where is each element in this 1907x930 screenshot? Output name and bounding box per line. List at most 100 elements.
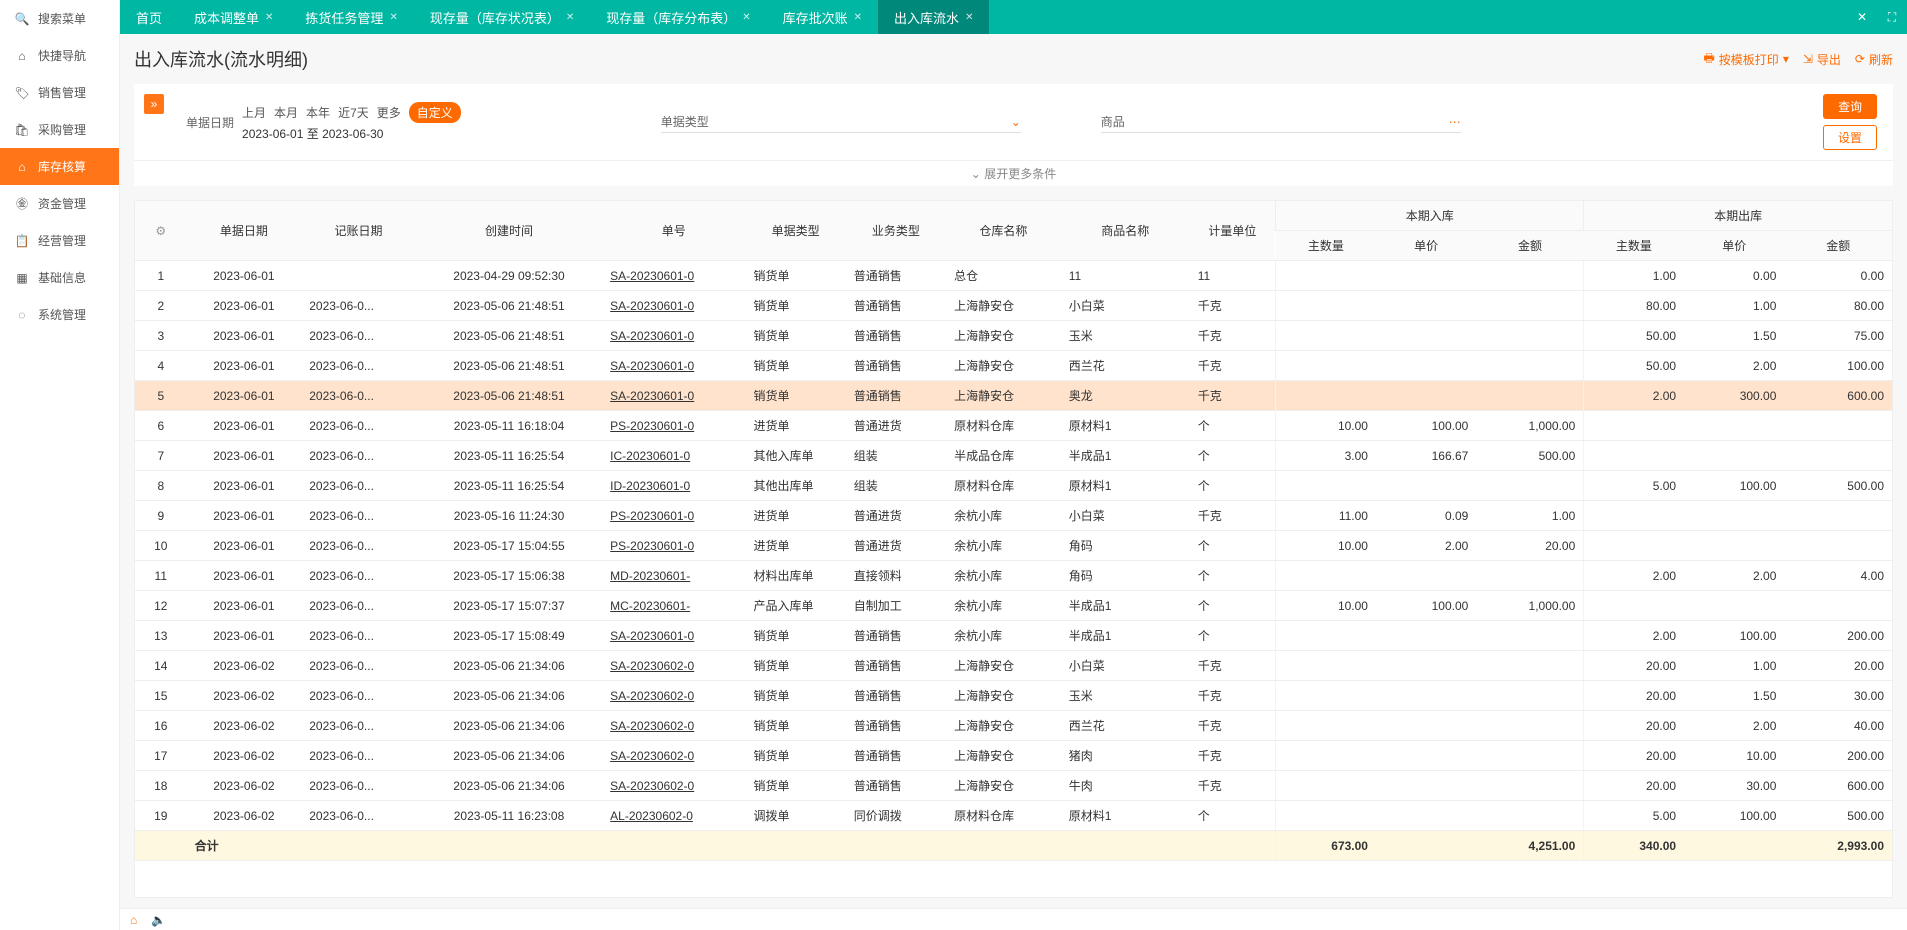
cell-out-price: [1684, 411, 1784, 441]
table-row[interactable]: 52023-06-012023-06-0...2023-05-06 21:48:…: [135, 381, 1892, 411]
date-opt[interactable]: 本年: [306, 104, 330, 121]
cell-docno[interactable]: SA-20230602-0: [602, 711, 745, 741]
expand-filters[interactable]: ⌄ 展开更多条件: [134, 160, 1893, 186]
cell-out-price: [1684, 441, 1784, 471]
cell-book: 2023-06-0...: [301, 411, 416, 441]
cell-docno[interactable]: SA-20230601-0: [602, 351, 745, 381]
cell-out-amt: 4.00: [1784, 561, 1892, 591]
close-icon[interactable]: ✕: [854, 12, 862, 23]
tab-0[interactable]: 首页: [120, 0, 178, 34]
tab-6[interactable]: 出入库流水✕: [878, 0, 989, 34]
cell-out-amt: 80.00: [1784, 291, 1892, 321]
close-icon[interactable]: ✕: [566, 12, 574, 23]
footer-home-icon[interactable]: ⌂: [130, 913, 137, 927]
refresh-button[interactable]: ⟳ 刷新: [1855, 51, 1893, 68]
cell-uom: 千克: [1190, 351, 1276, 381]
table-row[interactable]: 172023-06-022023-06-0...2023-05-06 21:34…: [135, 741, 1892, 771]
row-index: 6: [135, 411, 187, 441]
table-row[interactable]: 122023-06-012023-06-0...2023-05-17 15:07…: [135, 591, 1892, 621]
sidebar-label: 系统管理: [38, 306, 86, 323]
cell-docno[interactable]: PS-20230601-0: [602, 501, 745, 531]
table-row[interactable]: 82023-06-012023-06-0...2023-05-11 16:25:…: [135, 471, 1892, 501]
print-button[interactable]: 🖶 按模板打印 ▾: [1703, 49, 1788, 70]
cell-docno[interactable]: SA-20230602-0: [602, 681, 745, 711]
export-button[interactable]: ⇲ 导出: [1803, 51, 1841, 68]
table-row[interactable]: 72023-06-012023-06-0...2023-05-11 16:25:…: [135, 441, 1892, 471]
close-icon[interactable]: ✕: [389, 12, 397, 23]
gear-icon[interactable]: ⚙: [155, 224, 166, 238]
sidebar-item-0[interactable]: 🔍搜索菜单: [0, 0, 119, 37]
sidebar-item-5[interactable]: ㊎资金管理: [0, 185, 119, 222]
fullscreen-icon[interactable]: ⛶: [1877, 0, 1907, 34]
tab-2[interactable]: 拣货任务管理✕: [289, 0, 413, 34]
cell-docno[interactable]: MD-20230601-: [602, 561, 745, 591]
cell-out-price: 2.00: [1684, 711, 1784, 741]
close-icon[interactable]: ✕: [742, 12, 750, 23]
cell-docno[interactable]: SA-20230602-0: [602, 741, 745, 771]
cell-out-qty: [1584, 591, 1684, 621]
table-row[interactable]: 182023-06-022023-06-0...2023-05-06 21:34…: [135, 771, 1892, 801]
sidebar-item-7[interactable]: ▦基础信息: [0, 259, 119, 296]
close-all-tabs[interactable]: ✕: [1847, 0, 1877, 34]
table-row[interactable]: 142023-06-022023-06-0...2023-05-06 21:34…: [135, 651, 1892, 681]
table-row[interactable]: 42023-06-012023-06-0...2023-05-06 21:48:…: [135, 351, 1892, 381]
table-row[interactable]: 62023-06-012023-06-0...2023-05-11 16:18:…: [135, 411, 1892, 441]
product-select[interactable]: 商品 ⋯: [1101, 111, 1461, 133]
table-row[interactable]: 162023-06-022023-06-0...2023-05-06 21:34…: [135, 711, 1892, 741]
tab-1[interactable]: 成本调整单✕: [178, 0, 289, 34]
table-row[interactable]: 192023-06-022023-06-0...2023-05-11 16:23…: [135, 801, 1892, 831]
footer-sound-icon[interactable]: 🔈: [151, 913, 166, 927]
sidebar-item-3[interactable]: 🛍采购管理: [0, 111, 119, 148]
cell-out-qty: 2.00: [1584, 561, 1684, 591]
cell-in-amt: [1476, 381, 1583, 411]
query-button[interactable]: 查询: [1823, 94, 1877, 119]
table-row[interactable]: 102023-06-012023-06-0...2023-05-17 15:04…: [135, 531, 1892, 561]
doc-type-select[interactable]: 单据类型 ⌄: [661, 111, 1021, 133]
close-icon[interactable]: ✕: [965, 12, 973, 23]
cell-uom: 千克: [1190, 381, 1276, 411]
cell-docno[interactable]: SA-20230602-0: [602, 771, 745, 801]
sidebar-item-4[interactable]: ⌂库存核算: [0, 148, 119, 185]
sidebar-item-2[interactable]: 🏷销售管理: [0, 74, 119, 111]
date-opt[interactable]: 近7天: [338, 104, 369, 121]
table-row[interactable]: 22023-06-012023-06-0...2023-05-06 21:48:…: [135, 291, 1892, 321]
tab-3[interactable]: 现存量（库存状况表）✕: [414, 0, 590, 34]
close-icon[interactable]: ✕: [265, 12, 273, 23]
cell-docno[interactable]: IC-20230601-0: [602, 441, 745, 471]
tab-label: 现存量（库存分布表）: [606, 8, 736, 27]
table-row[interactable]: 92023-06-012023-06-0...2023-05-16 11:24:…: [135, 501, 1892, 531]
sidebar-item-8[interactable]: ◌系统管理: [0, 296, 119, 333]
cell-docno[interactable]: SA-20230601-0: [602, 621, 745, 651]
cell-book: 2023-06-0...: [301, 291, 416, 321]
cell-uom: 千克: [1190, 651, 1276, 681]
tab-4[interactable]: 现存量（库存分布表） ✕: [590, 0, 766, 34]
cell-out-qty: 20.00: [1584, 681, 1684, 711]
row-index: 2: [135, 291, 187, 321]
table-row[interactable]: 112023-06-012023-06-0...2023-05-17 15:06…: [135, 561, 1892, 591]
date-opt[interactable]: 上月: [242, 104, 266, 121]
table-row[interactable]: 32023-06-012023-06-0...2023-05-06 21:48:…: [135, 321, 1892, 351]
date-opt[interactable]: 更多: [377, 104, 401, 121]
cell-docno[interactable]: SA-20230602-0: [602, 651, 745, 681]
cell-docno[interactable]: SA-20230601-0: [602, 321, 745, 351]
collapse-filter-icon[interactable]: »: [144, 94, 164, 114]
data-table[interactable]: ⚙ 单据日期 记账日期 创建时间 单号 单据类型 业务类型 仓库名称 商品名称 …: [134, 200, 1893, 898]
cell-docno[interactable]: SA-20230601-0: [602, 381, 745, 411]
date-opt[interactable]: 本月: [274, 104, 298, 121]
table-row[interactable]: 132023-06-012023-06-0...2023-05-17 15:08…: [135, 621, 1892, 651]
cell-docno[interactable]: PS-20230601-0: [602, 531, 745, 561]
table-row[interactable]: 152023-06-022023-06-0...2023-05-06 21:34…: [135, 681, 1892, 711]
cell-docno[interactable]: AL-20230602-0: [602, 801, 745, 831]
cell-docno[interactable]: ID-20230601-0: [602, 471, 745, 501]
settings-button[interactable]: 设置: [1823, 125, 1877, 150]
cell-docno[interactable]: SA-20230601-0: [602, 261, 745, 291]
cell-docno[interactable]: SA-20230601-0: [602, 291, 745, 321]
sidebar-item-1[interactable]: ⌂快捷导航: [0, 37, 119, 74]
tab-5[interactable]: 库存批次账✕: [767, 0, 878, 34]
date-custom-badge[interactable]: 自定义: [409, 102, 461, 123]
sidebar-item-6[interactable]: 📋经营管理: [0, 222, 119, 259]
cell-docno[interactable]: PS-20230601-0: [602, 411, 745, 441]
table-row[interactable]: 12023-06-012023-04-29 09:52:30SA-2023060…: [135, 261, 1892, 291]
cell-created: 2023-05-06 21:34:06: [416, 651, 602, 681]
cell-docno[interactable]: MC-20230601-: [602, 591, 745, 621]
